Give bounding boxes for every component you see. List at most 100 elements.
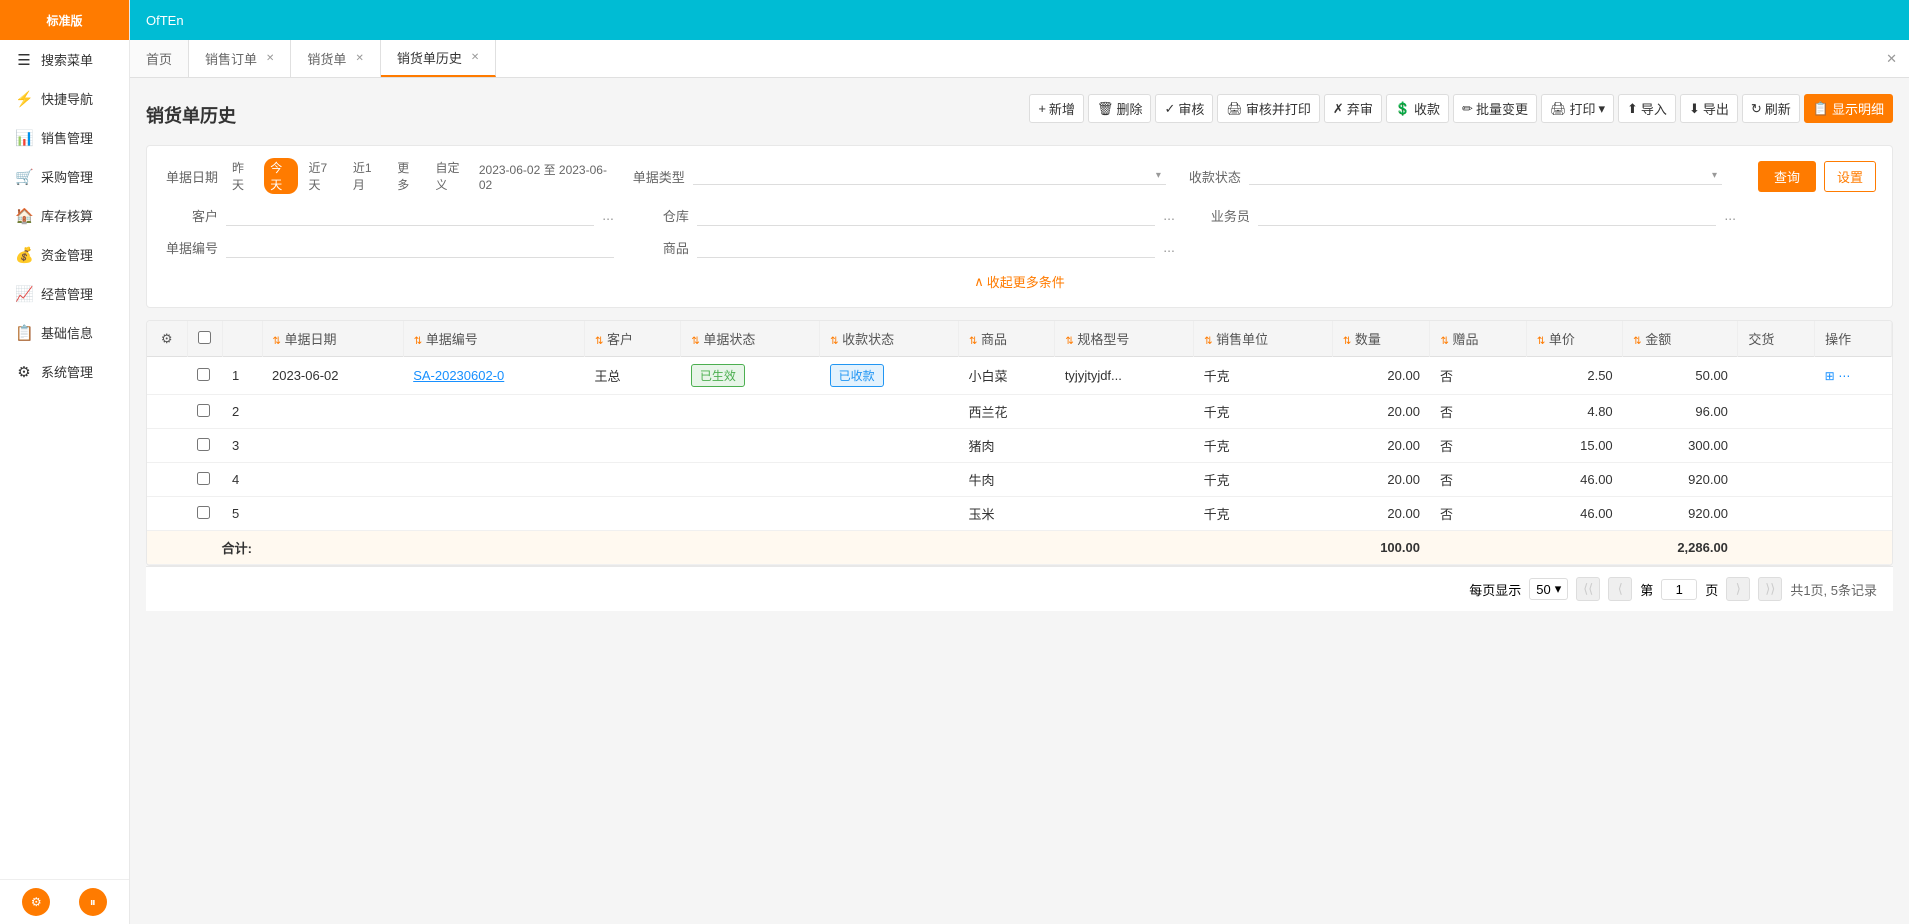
th-checkbox[interactable] bbox=[187, 321, 222, 357]
salesperson-dots[interactable]: ... bbox=[1724, 207, 1736, 223]
th-doc-status[interactable]: ⇅ 单据状态 bbox=[681, 321, 820, 357]
sidebar-item-search-menu[interactable]: ☰ 搜索菜单 bbox=[0, 40, 129, 79]
sidebar-item-purchase-mgmt[interactable]: 🛒 采购管理 bbox=[0, 157, 129, 196]
tab-sales-goods[interactable]: 销货单 ✕ bbox=[291, 40, 380, 77]
import-button[interactable]: ⬆ 导入 bbox=[1618, 94, 1676, 123]
sidebar-item-sys-mgmt[interactable]: ⚙ 系统管理 bbox=[0, 352, 129, 391]
th-gift[interactable]: ⇅ 赠品 bbox=[1430, 321, 1526, 357]
date-tag-custom[interactable]: 自定义 bbox=[430, 158, 475, 194]
tab-sales-goods-close[interactable]: ✕ bbox=[355, 53, 363, 64]
sidebar-item-sales-mgmt[interactable]: 📊 销售管理 bbox=[0, 118, 129, 157]
print-button[interactable]: 🖨 打印 ▾ bbox=[1541, 94, 1614, 123]
th-pay-status[interactable]: ⇅ 收款状态 bbox=[820, 321, 959, 357]
select-all-checkbox[interactable] bbox=[198, 331, 211, 344]
row-checkbox[interactable] bbox=[197, 438, 210, 451]
td-gift: 否 bbox=[1430, 463, 1526, 497]
date-tag-1month[interactable]: 近1月 bbox=[347, 158, 387, 194]
date-tag-today[interactable]: 今天 bbox=[264, 158, 298, 194]
td-action[interactable]: ⊞ ⋯ bbox=[1815, 357, 1892, 395]
query-button[interactable]: 查询 bbox=[1758, 161, 1816, 192]
doc-type-select[interactable]: ▾ bbox=[693, 167, 1166, 185]
more-link[interactable]: ⋯ bbox=[1838, 369, 1850, 383]
export-button[interactable]: ⬇ 导出 bbox=[1680, 94, 1738, 123]
goods-input[interactable] bbox=[697, 236, 1155, 258]
tab-home[interactable]: 首页 bbox=[130, 40, 189, 77]
th-unit-price[interactable]: ⇅ 单价 bbox=[1526, 321, 1622, 357]
print-approve-button[interactable]: 🖨 审核并打印 bbox=[1217, 94, 1320, 123]
pagination: 每页显示 50 ▾ ⟨⟨ ⟨ 第 页 ⟩ ⟩⟩ 共1页, 5条记录 bbox=[146, 566, 1893, 611]
total-row: 合计: 100.00 2,286.00 bbox=[147, 531, 1892, 565]
td-checkbox[interactable] bbox=[187, 395, 222, 429]
customer-input[interactable] bbox=[226, 204, 594, 226]
set-button[interactable]: 设置 bbox=[1824, 161, 1876, 192]
tab-sales-history[interactable]: 销货单历史 ✕ bbox=[381, 40, 496, 77]
collect-button[interactable]: 💲 收款 bbox=[1386, 94, 1449, 123]
th-amount[interactable]: ⇅ 金额 bbox=[1623, 321, 1738, 357]
row-checkbox[interactable] bbox=[197, 472, 210, 485]
batch-change-button[interactable]: ✏ 批量变更 bbox=[1453, 94, 1537, 123]
add-button[interactable]: + 新增 bbox=[1029, 94, 1084, 123]
td-doc-no bbox=[403, 463, 584, 497]
date-tag-more[interactable]: 更多 bbox=[391, 158, 425, 194]
show-detail-button[interactable]: 📋 显示明细 bbox=[1804, 94, 1893, 123]
date-tag-yesterday[interactable]: 昨天 bbox=[226, 158, 260, 194]
delete-button[interactable]: 🗑 删除 bbox=[1088, 94, 1152, 123]
th-doc-no[interactable]: ⇅ 单据编号 bbox=[403, 321, 584, 357]
refresh-button[interactable]: ↻ 刷新 bbox=[1742, 94, 1800, 123]
date-tag-7days[interactable]: 近7天 bbox=[302, 158, 342, 194]
th-settings[interactable]: ⚙ bbox=[147, 321, 187, 357]
first-page-btn[interactable]: ⟨⟨ bbox=[1576, 577, 1600, 601]
th-qty[interactable]: ⇅ 数量 bbox=[1332, 321, 1430, 357]
page-input[interactable] bbox=[1661, 579, 1697, 600]
th-pay-status-label: 收款状态 bbox=[842, 332, 894, 347]
sidebar-item-quick-nav[interactable]: ⚡ 快捷导航 bbox=[0, 79, 129, 118]
goods-dots[interactable]: ... bbox=[1163, 239, 1175, 255]
main-table: ⚙ ⇅ 单据日期 ⇅ 单据编号 ⇅ 客户 bbox=[147, 321, 1892, 565]
filter-warehouse: 仓库 ... bbox=[634, 204, 1175, 226]
td-doc-no[interactable]: SA-20230602-0 bbox=[403, 357, 584, 395]
td-checkbox[interactable] bbox=[187, 357, 222, 395]
tab-bar-close-btn[interactable]: ✕ bbox=[1874, 51, 1909, 67]
warehouse-input[interactable] bbox=[697, 204, 1155, 226]
warehouse-dots[interactable]: ... bbox=[1163, 207, 1175, 223]
sort-icon-status: ⇅ bbox=[691, 336, 699, 347]
next-page-btn[interactable]: ⟩ bbox=[1726, 577, 1750, 601]
prev-page-btn[interactable]: ⟨ bbox=[1608, 577, 1632, 601]
th-customer[interactable]: ⇅ 客户 bbox=[585, 321, 681, 357]
th-spec[interactable]: ⇅ 规格型号 bbox=[1055, 321, 1194, 357]
td-checkbox[interactable] bbox=[187, 429, 222, 463]
total-amount: 2,286.00 bbox=[1623, 531, 1738, 565]
td-action bbox=[1815, 395, 1892, 429]
row-checkbox[interactable] bbox=[197, 506, 210, 519]
sidebar-item-label: 库存核算 bbox=[41, 206, 93, 225]
payment-status-select[interactable]: ▾ bbox=[1249, 167, 1722, 185]
sidebar-item-inventory[interactable]: 🏠 库存核算 bbox=[0, 196, 129, 235]
sidebar-item-finance[interactable]: 💰 资金管理 bbox=[0, 235, 129, 274]
table-row: 2西兰花千克20.00否4.8096.00 bbox=[147, 395, 1892, 429]
doc-no-link[interactable]: SA-20230602-0 bbox=[413, 368, 504, 383]
sidebar-settings-btn[interactable]: ⚙ bbox=[22, 888, 50, 916]
customer-dots[interactable]: ... bbox=[602, 207, 614, 223]
td-checkbox[interactable] bbox=[187, 463, 222, 497]
th-unit[interactable]: ⇅ 销售单位 bbox=[1194, 321, 1333, 357]
td-unit-price: 2.50 bbox=[1526, 357, 1622, 395]
collapse-btn[interactable]: ∧ 收起更多条件 bbox=[163, 268, 1876, 295]
tab-sales-history-close[interactable]: ✕ bbox=[471, 52, 479, 63]
edit-link[interactable]: ⊞ bbox=[1825, 369, 1835, 383]
sidebar-pause-btn[interactable]: ⏸ bbox=[79, 888, 107, 916]
abandon-button[interactable]: ✗ 弃审 bbox=[1324, 94, 1382, 123]
row-checkbox[interactable] bbox=[197, 404, 210, 417]
row-checkbox[interactable] bbox=[197, 368, 210, 381]
td-checkbox[interactable] bbox=[187, 497, 222, 531]
th-goods[interactable]: ⇅ 商品 bbox=[958, 321, 1054, 357]
last-page-btn[interactable]: ⟩⟩ bbox=[1758, 577, 1782, 601]
doc-no-input[interactable] bbox=[226, 236, 614, 258]
th-date[interactable]: ⇅ 单据日期 bbox=[262, 321, 403, 357]
tab-sales-order-close[interactable]: ✕ bbox=[266, 53, 274, 64]
page-size-select[interactable]: 50 ▾ bbox=[1529, 578, 1568, 600]
salesperson-input[interactable] bbox=[1258, 204, 1716, 226]
tab-sales-order[interactable]: 销售订单 ✕ bbox=[189, 40, 291, 77]
approve-button[interactable]: ✓ 审核 bbox=[1155, 94, 1213, 123]
sidebar-item-basic-info[interactable]: 📋 基础信息 bbox=[0, 313, 129, 352]
sidebar-item-operations[interactable]: 📈 经营管理 bbox=[0, 274, 129, 313]
